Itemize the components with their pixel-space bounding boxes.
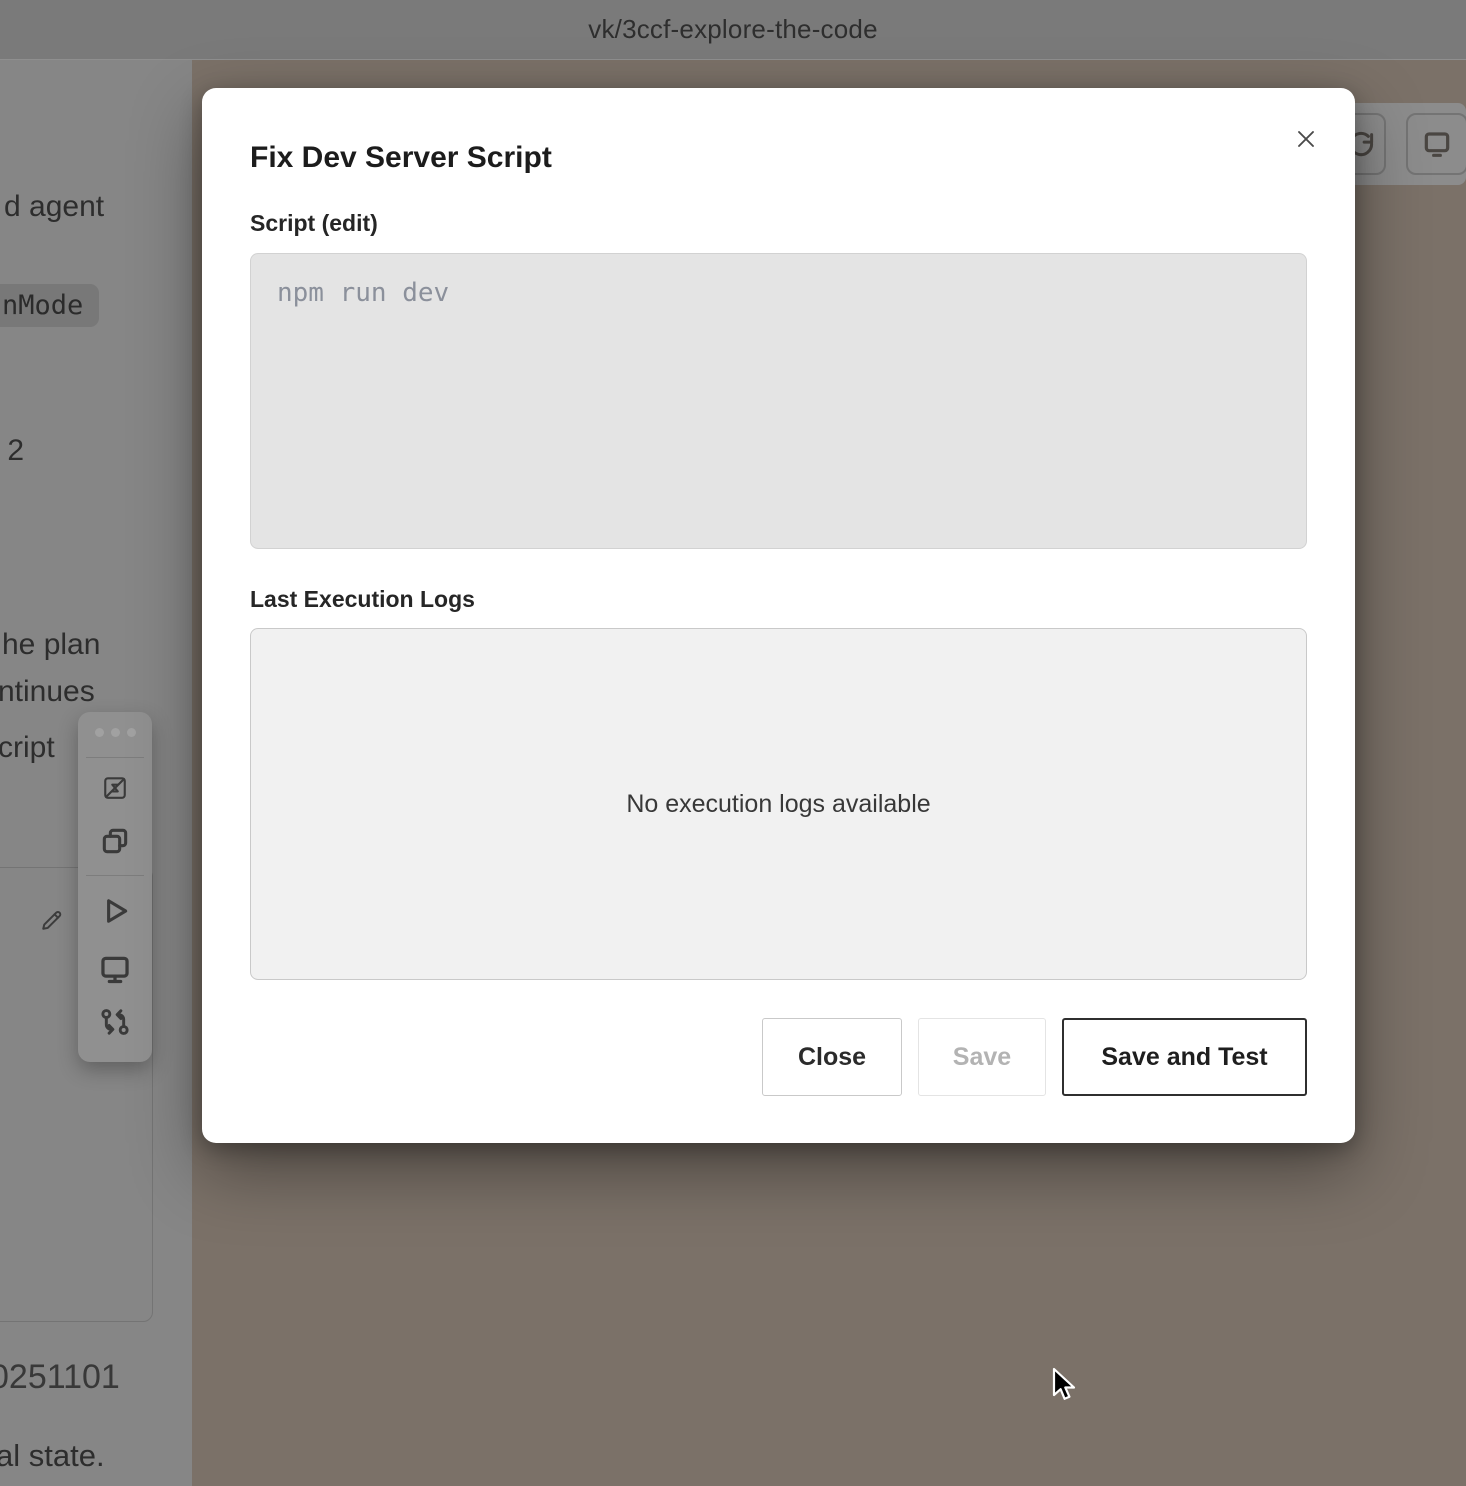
chat-text-fragment: cript [0, 731, 55, 764]
chat-text-fragment: y 2 [0, 434, 25, 467]
script-input[interactable] [250, 253, 1307, 549]
copy-icon [99, 825, 131, 857]
logs-empty-message: No execution logs available [626, 789, 931, 818]
screen-button[interactable] [78, 952, 152, 986]
floating-tool-palette [78, 712, 152, 1062]
close-button[interactable]: Close [762, 1018, 902, 1096]
chat-text-fragment: al state. [0, 1438, 105, 1473]
fix-dev-server-dialog: Fix Dev Server Script Script (edit) Last… [202, 88, 1355, 1143]
play-icon [98, 894, 132, 928]
format-disabled-button[interactable] [78, 773, 152, 803]
pencil-icon [38, 906, 66, 934]
screen: vk/3ccf-explore-the-code d agent nMode 2… [0, 0, 1466, 1486]
code-badge: nMode [0, 284, 100, 327]
logs-section-label: Last Execution Logs [250, 586, 475, 612]
monitor-icon [1421, 128, 1453, 160]
close-icon [1292, 125, 1320, 153]
window-title: vk/3ccf-explore-the-code [588, 14, 878, 44]
dialog-footer: Close Save Save and Test [250, 1018, 1307, 1096]
copy-button[interactable] [78, 825, 152, 857]
screen-view-button[interactable] [1406, 113, 1466, 175]
execution-logs-box: No execution logs available [250, 628, 1307, 980]
chat-text-fragment: he plan [2, 628, 101, 661]
git-compare-button[interactable] [78, 1006, 152, 1038]
monitor-icon [98, 952, 132, 986]
window-titlebar: vk/3ccf-explore-the-code [0, 0, 1466, 60]
save-and-test-button[interactable]: Save and Test [1062, 1018, 1307, 1096]
mouse-cursor [1050, 1366, 1078, 1404]
edit-button[interactable] [38, 906, 66, 934]
chat-text-fragment: d agent [4, 190, 105, 223]
format-disabled-icon [100, 773, 130, 803]
git-compare-icon [99, 1006, 131, 1038]
dialog-title: Fix Dev Server Script [250, 141, 552, 174]
script-section-label: Script (edit) [250, 210, 378, 236]
save-button-disabled[interactable]: Save [918, 1018, 1046, 1096]
close-dialog-button[interactable] [1291, 124, 1321, 154]
run-button[interactable] [78, 894, 152, 928]
toolbar-divider [86, 757, 144, 758]
chat-text-fragment: ntinues [0, 675, 95, 708]
toolbar-divider [86, 875, 144, 876]
drag-handle-icon[interactable] [78, 728, 152, 737]
run-id-fragment: 0251101 [0, 1358, 120, 1396]
